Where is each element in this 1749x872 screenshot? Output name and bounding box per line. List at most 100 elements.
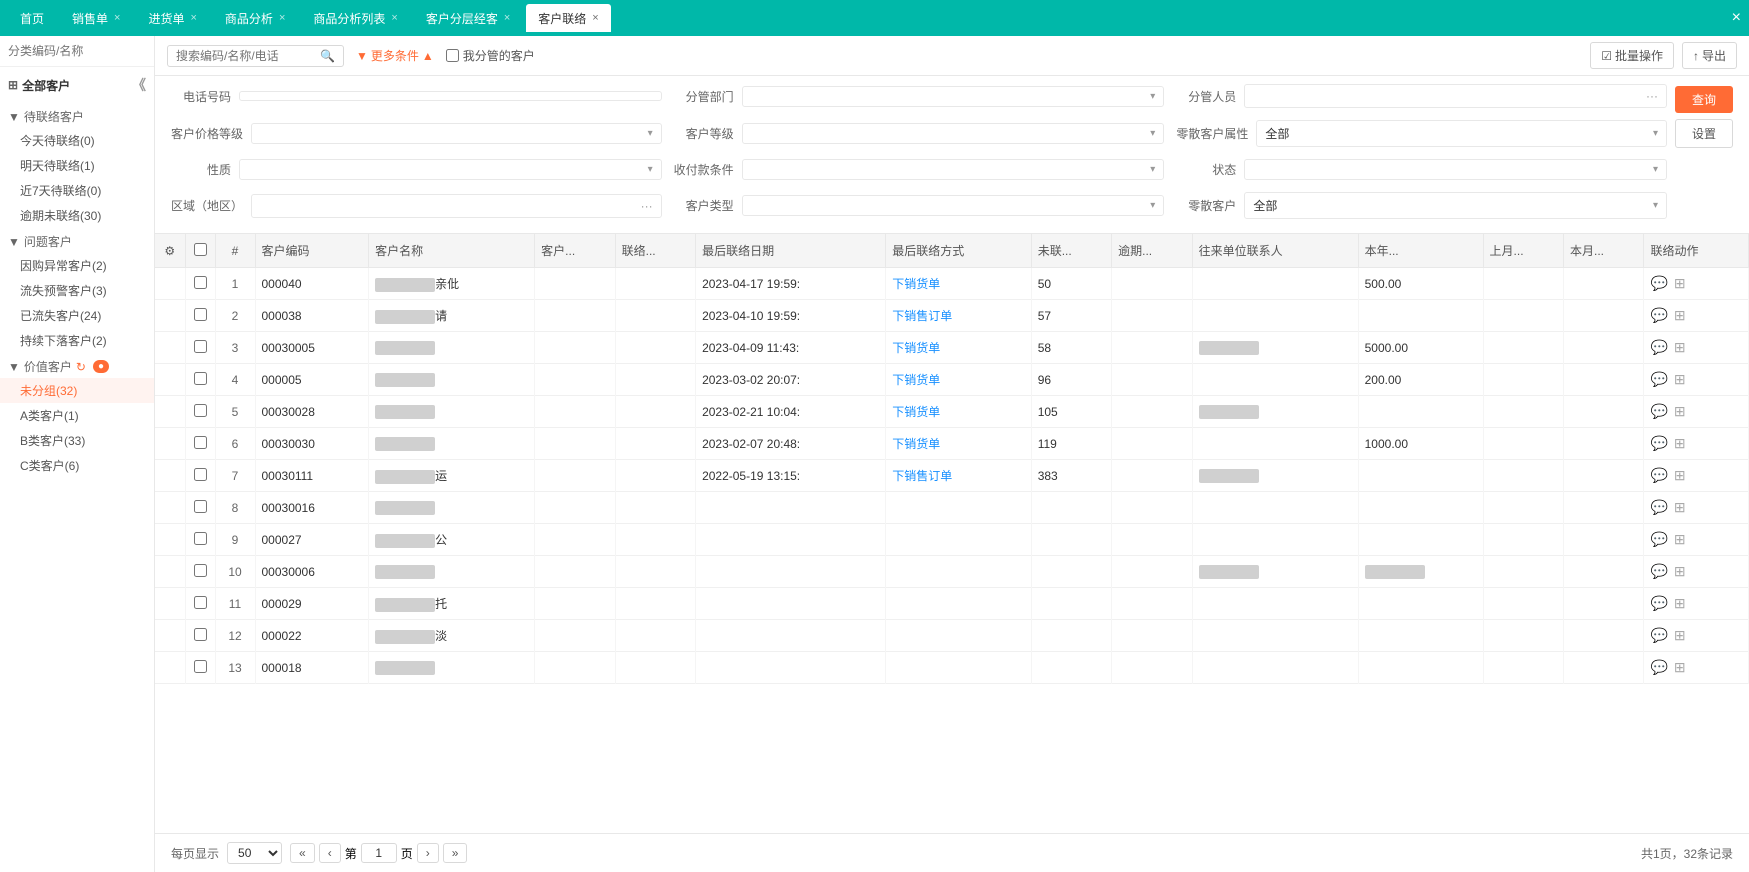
grid-action-icon[interactable]: ⊞ xyxy=(1674,499,1686,516)
col-last-contact-method[interactable]: 最后联络方式 xyxy=(886,234,1032,268)
chat-icon[interactable]: 💬 xyxy=(1650,307,1667,324)
sidebar-item-tomorrow-pending[interactable]: 明天待联络(1) xyxy=(0,153,154,178)
sidebar-search-bar[interactable]: 🔍 xyxy=(0,36,154,67)
price-grade-select[interactable]: ▾ xyxy=(251,123,662,144)
page-input[interactable] xyxy=(361,843,397,863)
batch-op-button[interactable]: ☑ 批量操作 xyxy=(1590,42,1674,69)
search-box[interactable]: 🔍 xyxy=(167,45,344,67)
problem-group-title[interactable]: ▼ 问题客户 xyxy=(0,228,154,253)
grid-action-icon[interactable]: ⊞ xyxy=(1674,371,1686,388)
all-customers-header[interactable]: ⊞ 全部客户 《 xyxy=(0,67,154,103)
contact-method-link[interactable]: 下销售订单 xyxy=(892,309,952,323)
row-checkbox[interactable] xyxy=(194,596,207,609)
sidebar-item-declining[interactable]: 持续下落客户(2) xyxy=(0,328,154,353)
sidebar-item-class-c[interactable]: C类客户(6) xyxy=(0,453,154,478)
prev-page-btn[interactable]: ‹ xyxy=(319,843,341,863)
grid-action-icon[interactable]: ⊞ xyxy=(1674,659,1686,676)
first-page-btn[interactable]: « xyxy=(290,843,315,863)
customer-type-select[interactable]: ▾ xyxy=(742,195,1165,216)
sidebar-item-today-pending[interactable]: 今天待联络(0) xyxy=(0,128,154,153)
col-contact[interactable]: 联络... xyxy=(615,234,695,268)
chat-icon[interactable]: 💬 xyxy=(1650,627,1667,644)
export-button[interactable]: ↑ 导出 xyxy=(1682,42,1737,69)
close-product-list-icon[interactable]: × xyxy=(391,12,397,24)
chat-icon[interactable]: 💬 xyxy=(1650,499,1667,516)
sidebar-item-lost[interactable]: 已流失客户(24) xyxy=(0,303,154,328)
contact-method-link[interactable]: 下销货单 xyxy=(892,437,940,451)
resize-handle-lcd[interactable] xyxy=(881,234,885,267)
resize-handle-name[interactable] xyxy=(530,234,534,267)
row-checkbox[interactable] xyxy=(194,468,207,481)
row-checkbox[interactable] xyxy=(194,436,207,449)
chat-icon[interactable]: 💬 xyxy=(1650,595,1667,612)
resize-handle-lm[interactable] xyxy=(1559,234,1563,267)
row-checkbox[interactable] xyxy=(194,660,207,673)
contact-method-link[interactable]: 下销货单 xyxy=(892,277,940,291)
nature-select[interactable]: ▾ xyxy=(239,159,662,180)
my-customers-checkbox-area[interactable]: 我分管的客户 xyxy=(446,47,535,64)
close-product-analysis-icon[interactable]: × xyxy=(279,12,285,24)
col-name[interactable]: 客户名称 xyxy=(369,234,535,268)
sidebar-item-ungroup[interactable]: 未分组(32) xyxy=(0,378,154,403)
grid-action-icon[interactable]: ⊞ xyxy=(1674,531,1686,548)
retail-customer-select[interactable]: 全部 ▾ xyxy=(1244,192,1667,219)
chat-icon[interactable]: 💬 xyxy=(1650,339,1667,356)
contact-method-link[interactable]: 下销货单 xyxy=(892,341,940,355)
grid-action-icon[interactable]: ⊞ xyxy=(1674,307,1686,324)
reset-button[interactable]: 设置 xyxy=(1675,119,1733,148)
chat-icon[interactable]: 💬 xyxy=(1650,467,1667,484)
contact-method-link[interactable]: 下销售订单 xyxy=(892,469,952,483)
sidebar-item-class-a[interactable]: A类客户(1) xyxy=(0,403,154,428)
chat-icon[interactable]: 💬 xyxy=(1650,275,1667,292)
chat-icon[interactable]: 💬 xyxy=(1650,563,1667,580)
resize-handle-type[interactable] xyxy=(611,234,615,267)
value-group-title[interactable]: ▼ 价值客户 ↻ ● xyxy=(0,353,154,378)
resize-handle-contact[interactable] xyxy=(691,234,695,267)
grid-action-icon[interactable]: ⊞ xyxy=(1674,627,1686,644)
sidebar-item-7day-pending[interactable]: 近7天待联络(0) xyxy=(0,178,154,203)
contact-method-link[interactable]: 下销货单 xyxy=(892,405,940,419)
chat-icon[interactable]: 💬 xyxy=(1650,659,1667,676)
col-last-contact-date[interactable]: 最后联络日期 xyxy=(696,234,886,268)
payment-select[interactable]: ▾ xyxy=(742,159,1165,180)
grid-action-icon[interactable]: ⊞ xyxy=(1674,595,1686,612)
select-all-checkbox[interactable] xyxy=(194,243,207,256)
col-this-month[interactable]: 本月... xyxy=(1564,234,1644,268)
refresh-icon[interactable]: ↻ xyxy=(76,360,86,374)
tab-purchase[interactable]: 进货单 × xyxy=(136,4,208,32)
resize-handle-ty[interactable] xyxy=(1479,234,1483,267)
row-checkbox[interactable] xyxy=(194,532,207,545)
chat-icon[interactable]: 💬 xyxy=(1650,371,1667,388)
tab-product-list[interactable]: 商品分析列表 × xyxy=(301,4,409,32)
chat-icon[interactable]: 💬 xyxy=(1650,403,1667,420)
status-select[interactable]: ▾ xyxy=(1244,159,1667,180)
grid-action-icon[interactable]: ⊞ xyxy=(1674,275,1686,292)
row-checkbox[interactable] xyxy=(194,500,207,513)
col-unit-contact[interactable]: 往来单位联系人 xyxy=(1192,234,1358,268)
phone-input[interactable] xyxy=(239,91,662,101)
search-icon[interactable]: 🔍 xyxy=(320,49,335,63)
contact-method-link[interactable]: 下销货单 xyxy=(892,373,940,387)
row-checkbox[interactable] xyxy=(194,276,207,289)
close-sales-icon[interactable]: × xyxy=(114,12,120,24)
sidebar-item-abnormal[interactable]: 因购异常客户(2) xyxy=(0,253,154,278)
region-input[interactable]: ··· xyxy=(251,194,662,218)
col-settings[interactable]: ⚙ xyxy=(155,234,185,268)
tab-customer-contact[interactable]: 客户联络 × xyxy=(526,4,610,32)
sidebar-search-input[interactable] xyxy=(8,44,155,58)
close-customer-contact-icon[interactable]: × xyxy=(592,12,598,24)
chat-icon[interactable]: 💬 xyxy=(1650,435,1667,452)
pending-group-title[interactable]: ▼ 待联络客户 xyxy=(0,103,154,128)
grid-action-icon[interactable]: ⊞ xyxy=(1674,467,1686,484)
retail-attr-select[interactable]: 全部 ▾ xyxy=(1256,120,1667,147)
tab-customer-segment[interactable]: 客户分层经客 × xyxy=(414,4,522,32)
col-check[interactable] xyxy=(185,234,215,268)
search-input[interactable] xyxy=(176,49,316,63)
row-checkbox[interactable] xyxy=(194,404,207,417)
more-conditions-btn[interactable]: ▼ 更多条件 ▲ xyxy=(356,47,434,64)
resize-handle-od[interactable] xyxy=(1188,234,1192,267)
resize-handle-tm[interactable] xyxy=(1639,234,1643,267)
my-customers-checkbox[interactable] xyxy=(446,49,459,62)
row-checkbox[interactable] xyxy=(194,564,207,577)
col-code[interactable]: 客户编码 xyxy=(255,234,369,268)
